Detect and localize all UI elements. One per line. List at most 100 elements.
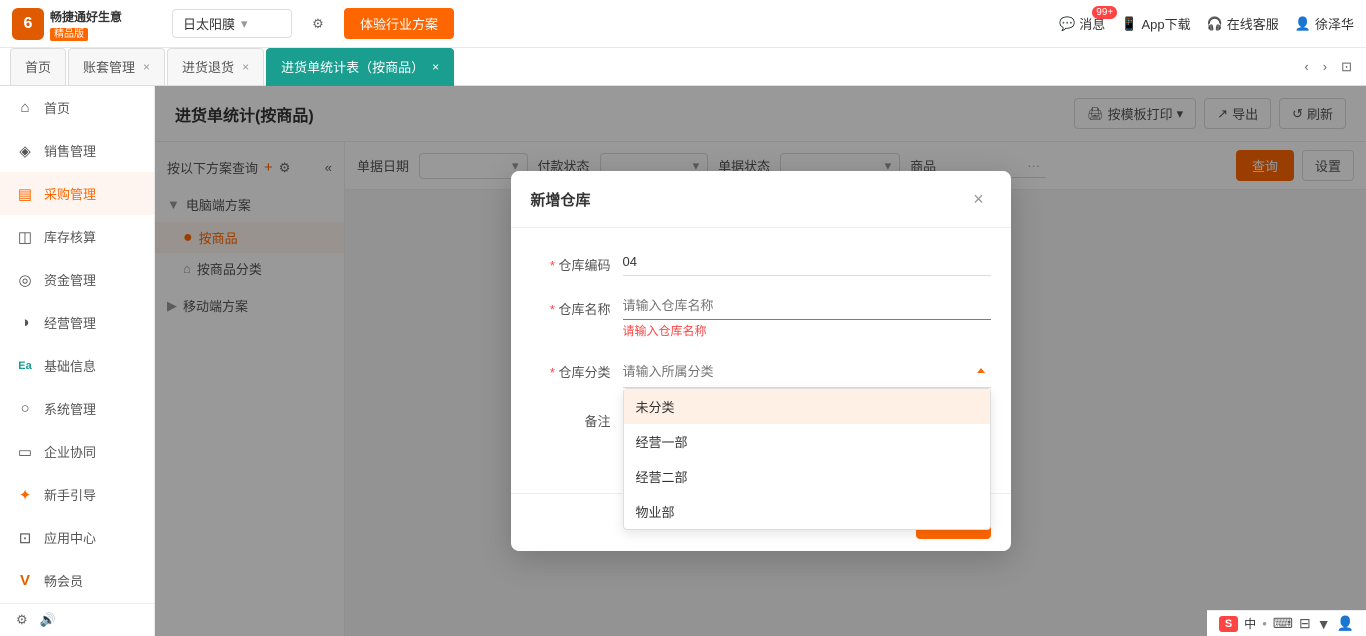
dropdown-item-uncategorized[interactable]: 未分类 bbox=[624, 389, 990, 424]
name-input[interactable] bbox=[623, 292, 991, 320]
operation-icon: ◑ bbox=[16, 314, 34, 332]
bottom-status-bar: S 中 • ⌨ ⊟ ▼ 👤 bbox=[1207, 610, 1366, 636]
dialog-body: 仓库编码 仓库名称 请输入仓库名称 bbox=[511, 228, 1011, 493]
lang-indicator: 中 bbox=[1244, 615, 1256, 632]
sidebar-item-operation[interactable]: ◑ 经营管理 bbox=[0, 301, 154, 344]
sidebar-item-purchase[interactable]: ▤ 采购管理 bbox=[0, 172, 154, 215]
inventory-icon: ◫ bbox=[16, 228, 34, 246]
appcenter-icon: ⊡ bbox=[16, 529, 34, 547]
dropdown-item-dept1[interactable]: 经营一部 bbox=[624, 424, 990, 459]
headset-icon: 🎧 bbox=[1207, 16, 1223, 32]
sidebar-operation-label: 经营管理 bbox=[44, 313, 96, 332]
user-icon: 👤 bbox=[1295, 16, 1311, 32]
tab-next-icon[interactable]: › bbox=[1319, 55, 1331, 78]
tab-returns[interactable]: 进货退货 × bbox=[167, 48, 264, 86]
dropdown-item-dept3[interactable]: 物业部 bbox=[624, 494, 990, 529]
sidebar-item-guide[interactable]: ✦ 新手引导 bbox=[0, 473, 154, 516]
code-input[interactable] bbox=[623, 248, 991, 276]
category-control: 未分类 经营一部 经营二部 物业部 bbox=[623, 355, 991, 388]
dialog-overlay: 新增仓库 × 仓库编码 仓库名称 bbox=[155, 86, 1366, 636]
trial-button[interactable]: 体验行业方案 bbox=[344, 8, 454, 39]
sidebar-item-sales[interactable]: ◈ 销售管理 bbox=[0, 129, 154, 172]
code-control bbox=[623, 248, 991, 276]
tab-spacer: ‹ › ⊡ bbox=[1300, 55, 1356, 79]
settings-icon[interactable]: ⚙ bbox=[302, 8, 334, 40]
tab-accounts-close[interactable]: × bbox=[143, 60, 150, 74]
sidebar-sales-label: 销售管理 bbox=[44, 141, 96, 160]
sidebar-item-vip[interactable]: V 畅会员 bbox=[0, 559, 154, 602]
sidebar-enterprise-label: 企业协同 bbox=[44, 442, 96, 461]
tab-returns-close[interactable]: × bbox=[242, 60, 249, 74]
dropdown-item-dept2[interactable]: 经营二部 bbox=[624, 459, 990, 494]
tab-home[interactable]: 首页 bbox=[10, 48, 66, 86]
sidebar-item-appcenter[interactable]: ⊡ 应用中心 bbox=[0, 516, 154, 559]
sidebar-home-label: 首页 bbox=[44, 98, 70, 117]
app-download-btn[interactable]: 📱 App下载 bbox=[1121, 14, 1190, 33]
tab-expand-icon[interactable]: ⊡ bbox=[1337, 55, 1356, 79]
keyboard-icon: ⌨ bbox=[1273, 615, 1293, 632]
home-icon: ⌂ bbox=[16, 99, 34, 117]
dialog-close-button[interactable]: × bbox=[967, 187, 991, 211]
category-select-input[interactable] bbox=[623, 364, 971, 379]
user-status-icon: 👤 bbox=[1337, 615, 1354, 632]
sidebar: ⌂ 首页 ◈ 销售管理 ▤ 采购管理 ◫ 库存核算 ◎ 资金管理 ◑ 经营管理 … bbox=[0, 86, 155, 636]
sidebar-sound-icon[interactable]: 🔊 bbox=[40, 612, 56, 628]
volume-icon: ▼ bbox=[1317, 616, 1331, 632]
sidebar-settings-icon[interactable]: ⚙ bbox=[16, 612, 28, 628]
dialog-header: 新增仓库 × bbox=[511, 171, 1011, 228]
tab-purchase-stats-label: 进货单统计表（按商品） bbox=[281, 57, 424, 76]
sidebar-basic-label: 基础信息 bbox=[44, 356, 96, 375]
logo-area: 6 畅捷通好生意 精品版 bbox=[12, 8, 162, 40]
sidebar-item-basic[interactable]: Ea 基础信息 bbox=[0, 344, 154, 387]
message-icon: 💬 bbox=[1059, 16, 1075, 32]
phone-icon: 📱 bbox=[1121, 16, 1137, 32]
s-brand-icon: S bbox=[1219, 616, 1238, 632]
sidebar-system-label: 系统管理 bbox=[44, 399, 96, 418]
sidebar-inventory-label: 库存核算 bbox=[44, 227, 96, 246]
sales-icon: ◈ bbox=[16, 142, 34, 160]
new-warehouse-dialog: 新增仓库 × 仓库编码 仓库名称 bbox=[511, 171, 1011, 551]
tab-purchase-stats-close[interactable]: × bbox=[432, 60, 439, 74]
sidebar-purchase-label: 采购管理 bbox=[44, 184, 96, 203]
tab-prev-icon[interactable]: ‹ bbox=[1300, 55, 1312, 78]
system-icon: ○ bbox=[16, 400, 34, 418]
category-dropdown-arrow[interactable] bbox=[971, 361, 991, 381]
category-label: 仓库分类 bbox=[531, 355, 611, 381]
purchase-icon: ▤ bbox=[16, 185, 34, 203]
sidebar-item-enterprise[interactable]: ▭ 企业协同 bbox=[0, 430, 154, 473]
main-layout: ⌂ 首页 ◈ 销售管理 ▤ 采购管理 ◫ 库存核算 ◎ 资金管理 ◑ 经营管理 … bbox=[0, 86, 1366, 636]
logo-badge: 精品版 bbox=[50, 28, 88, 41]
store-selector[interactable]: 日太阳膜 ▾ bbox=[172, 9, 292, 38]
basic-icon: Ea bbox=[16, 357, 34, 375]
logo-text: 畅捷通好生意 精品版 bbox=[50, 8, 122, 40]
enterprise-icon: ▭ bbox=[16, 443, 34, 461]
message-btn[interactable]: 💬 消息 99+ bbox=[1059, 14, 1105, 33]
name-label: 仓库名称 bbox=[531, 292, 611, 318]
message-badge: 99+ bbox=[1092, 6, 1117, 19]
online-service-btn[interactable]: 🎧 在线客服 bbox=[1207, 14, 1279, 33]
sidebar-guide-label: 新手引导 bbox=[44, 485, 96, 504]
sidebar-finance-label: 资金管理 bbox=[44, 270, 96, 289]
sidebar-item-home[interactable]: ⌂ 首页 bbox=[0, 86, 154, 129]
notes-label: 备注 bbox=[531, 404, 611, 430]
dialog-title: 新增仓库 bbox=[531, 189, 591, 210]
screen-icon: ⊟ bbox=[1299, 615, 1311, 632]
form-row-code: 仓库编码 bbox=[531, 248, 991, 276]
logo-icon: 6 bbox=[12, 8, 44, 40]
sidebar-item-system[interactable]: ○ 系统管理 bbox=[0, 387, 154, 430]
sidebar-appcenter-label: 应用中心 bbox=[44, 528, 96, 547]
content-area: 进货单统计(按商品) 🖨 按模板打印 ▾ ↗ 导出 ↺ 刷新 bbox=[155, 86, 1366, 636]
form-row-name: 仓库名称 请输入仓库名称 bbox=[531, 292, 991, 339]
sidebar-bottom-bar: ⚙ 🔊 bbox=[0, 603, 154, 636]
sidebar-item-inventory[interactable]: ◫ 库存核算 bbox=[0, 215, 154, 258]
sidebar-item-finance[interactable]: ◎ 资金管理 bbox=[0, 258, 154, 301]
finance-icon: ◎ bbox=[16, 271, 34, 289]
tab-bar: 首页 账套管理 × 进货退货 × 进货单统计表（按商品） × ‹ › ⊡ bbox=[0, 48, 1366, 86]
header-right: 💬 消息 99+ 📱 App下载 🎧 在线客服 👤 徐泽华 bbox=[1059, 14, 1354, 33]
name-error-msg: 请输入仓库名称 bbox=[623, 322, 991, 339]
tab-accounts[interactable]: 账套管理 × bbox=[68, 48, 165, 86]
user-menu[interactable]: 👤 徐泽华 bbox=[1295, 14, 1354, 33]
name-control: 请输入仓库名称 bbox=[623, 292, 991, 339]
tab-purchase-stats[interactable]: 进货单统计表（按商品） × bbox=[266, 48, 454, 86]
guide-icon: ✦ bbox=[16, 486, 34, 504]
